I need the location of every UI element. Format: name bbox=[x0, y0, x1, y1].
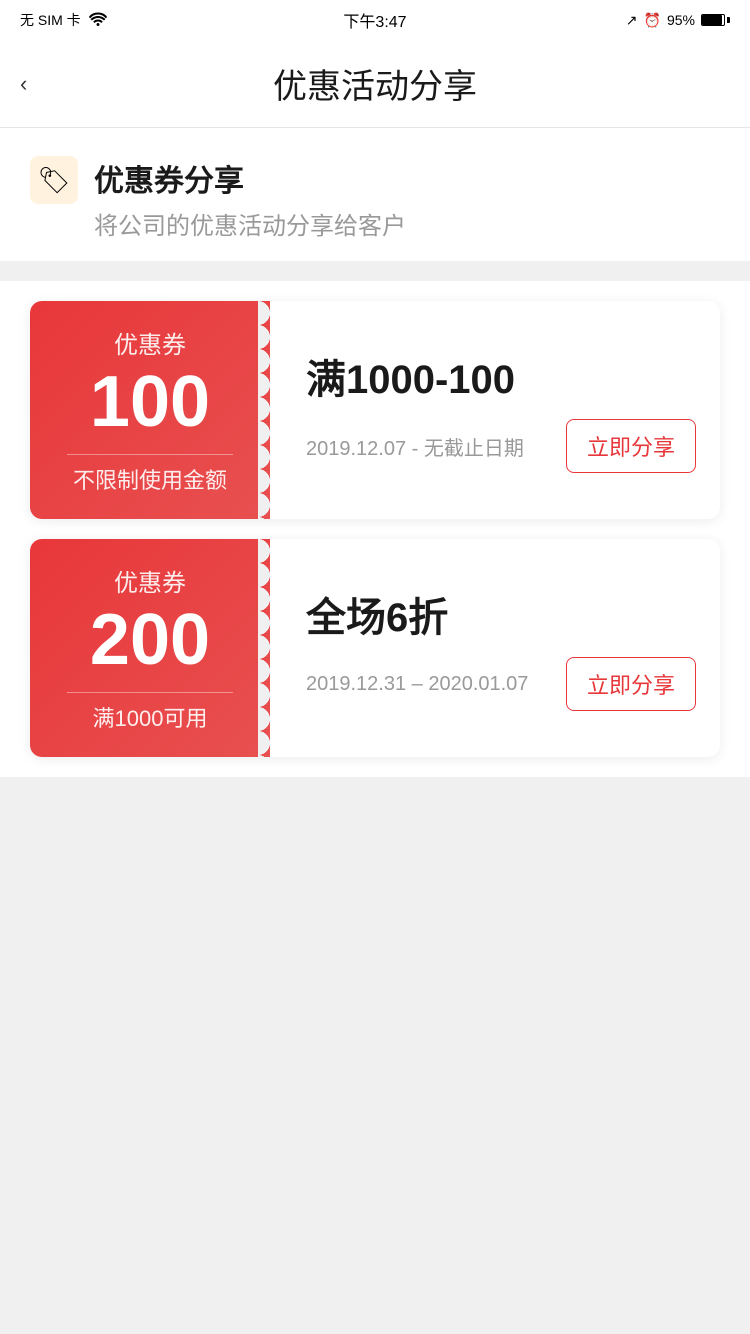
back-button[interactable]: ‹ bbox=[20, 73, 27, 95]
carrier-label: 无 SIM 卡 bbox=[20, 10, 81, 30]
coupon-title-2: 全场6折 bbox=[306, 585, 696, 643]
coupon-divider-line-1 bbox=[67, 454, 233, 455]
coupon-divider-line-2 bbox=[67, 692, 233, 693]
page-title: 优惠活动分享 bbox=[273, 59, 477, 108]
coupon-right-1: 满1000-100 2019.12.07 - 无截止日期 立即分享 bbox=[270, 301, 720, 519]
coupon-condition-2: 满1000可用 bbox=[93, 701, 208, 733]
wifi-icon bbox=[89, 12, 107, 29]
nav-bar: ‹ 优惠活动分享 bbox=[0, 40, 750, 128]
status-left: 无 SIM 卡 bbox=[20, 10, 107, 30]
status-time: 下午3:47 bbox=[343, 8, 406, 32]
coupon-amount-1: 100 bbox=[90, 366, 210, 438]
alarm-icon: ⏰ bbox=[644, 12, 661, 29]
coupon-bottom-2: 2019.12.31 – 2020.01.07 立即分享 bbox=[306, 657, 696, 711]
coupon-title-1: 满1000-100 bbox=[306, 347, 696, 405]
coupon-left-2: 优惠券 200 满1000可用 bbox=[30, 539, 270, 757]
section-header: 🏷 优惠券分享 将公司的优惠活动分享给客户 bbox=[0, 128, 750, 261]
share-button-1[interactable]: 立即分享 bbox=[566, 419, 696, 473]
divider bbox=[0, 261, 750, 281]
coupon-label-2: 优惠券 bbox=[114, 563, 186, 598]
section-icon: 🏷 bbox=[30, 156, 78, 204]
coupon-left-1: 优惠券 100 不限制使用金额 bbox=[30, 301, 270, 519]
coupon-card-1: 优惠券 100 不限制使用金额 满1000-100 2019.12.07 - 无… bbox=[30, 301, 720, 519]
section-title: 优惠券分享 bbox=[94, 156, 406, 200]
section-subtitle: 将公司的优惠活动分享给客户 bbox=[94, 206, 406, 241]
coupon-right-2: 全场6折 2019.12.31 – 2020.01.07 立即分享 bbox=[270, 539, 720, 757]
status-right: ↗ ⏰ 95% bbox=[626, 12, 730, 29]
status-bar: 无 SIM 卡 下午3:47 ↗ ⏰ 95% bbox=[0, 0, 750, 40]
coupon-card-2: 优惠券 200 满1000可用 全场6折 2019.12.31 – 2020.0… bbox=[30, 539, 720, 757]
location-icon: ↗ bbox=[626, 12, 638, 29]
section-text: 优惠券分享 将公司的优惠活动分享给客户 bbox=[94, 156, 406, 241]
coupon-condition-1: 不限制使用金额 bbox=[73, 463, 227, 495]
background-fill bbox=[0, 777, 750, 1277]
coupon-label-1: 优惠券 bbox=[114, 325, 186, 360]
coupon-list: 优惠券 100 不限制使用金额 满1000-100 2019.12.07 - 无… bbox=[0, 281, 750, 777]
battery-percent: 95% bbox=[667, 12, 695, 28]
coupon-date-1: 2019.12.07 - 无截止日期 bbox=[306, 432, 554, 461]
battery-indicator bbox=[701, 14, 730, 26]
share-button-2[interactable]: 立即分享 bbox=[566, 657, 696, 711]
coupon-date-2: 2019.12.31 – 2020.01.07 bbox=[306, 673, 554, 696]
coupon-bottom-1: 2019.12.07 - 无截止日期 立即分享 bbox=[306, 419, 696, 473]
coupon-amount-2: 200 bbox=[90, 604, 210, 676]
